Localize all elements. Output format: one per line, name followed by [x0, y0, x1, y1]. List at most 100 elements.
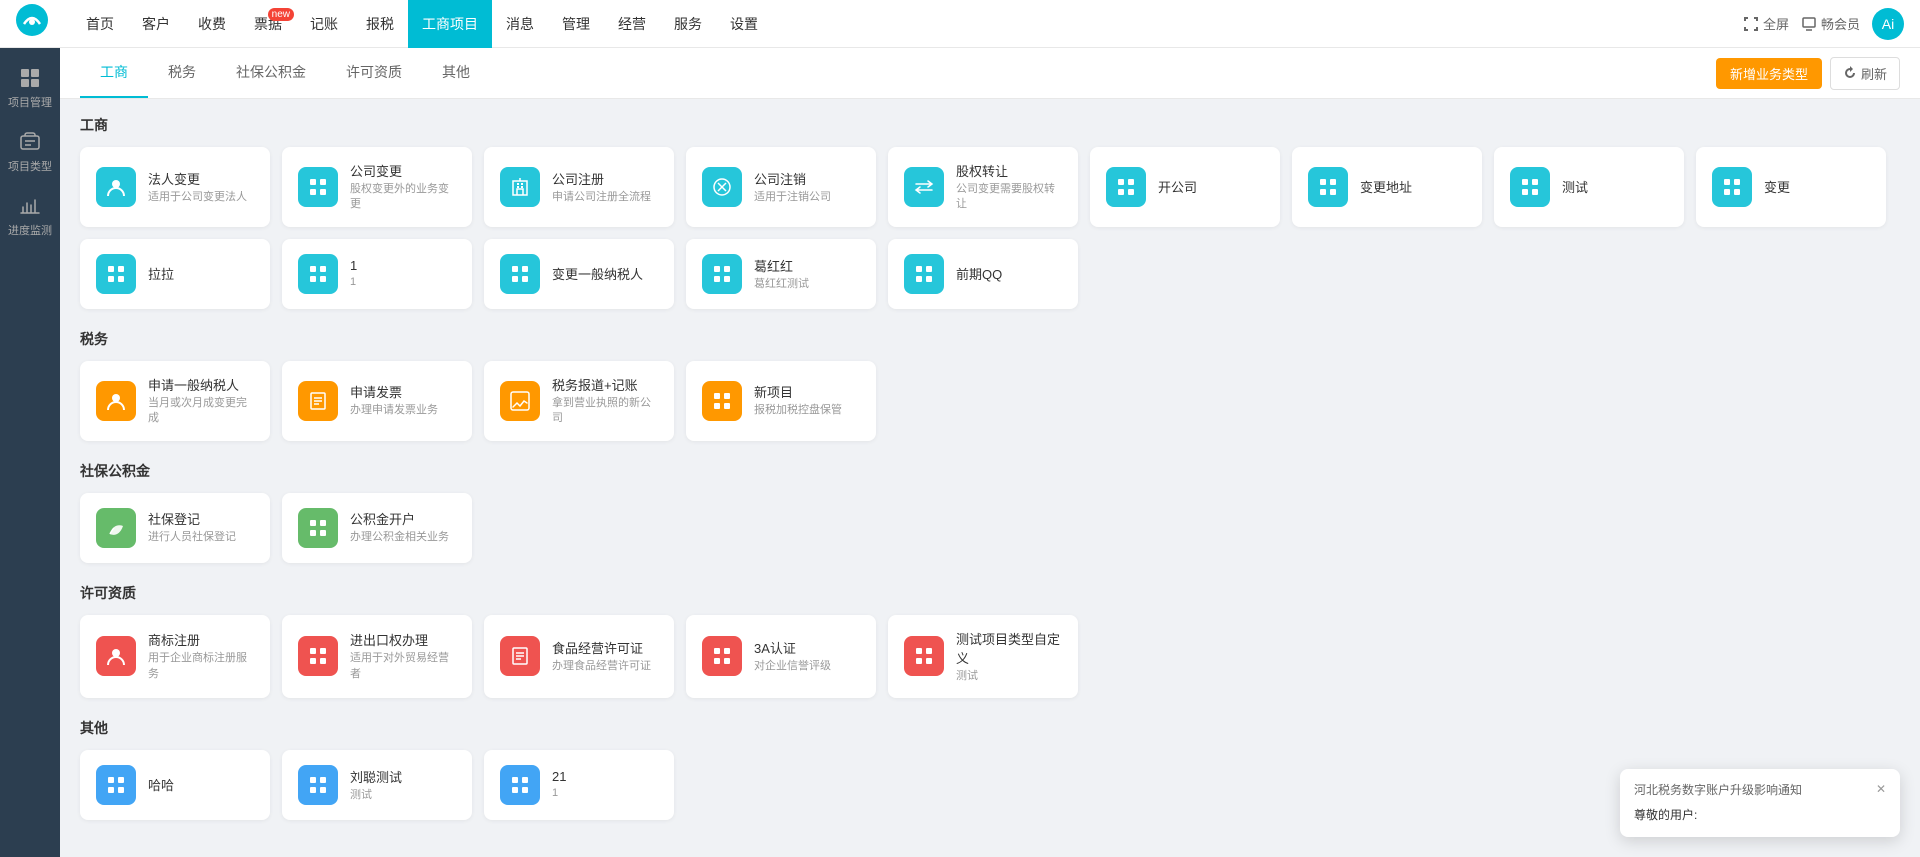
nav-customer[interactable]: 客户 — [128, 0, 184, 48]
nav-items: 首页 客户 收费 票据 new 记账 报税 工商项目 消息 管理 经营 服务 设… — [72, 0, 1743, 48]
card-name-1-2: 税务报道+记账 — [552, 375, 658, 394]
card-icon-3-2 — [500, 636, 540, 676]
nav-settings[interactable]: 设置 — [716, 0, 772, 48]
logo[interactable] — [16, 4, 56, 44]
card-0-12[interactable]: 葛红红葛红红测试 — [686, 239, 876, 309]
nav-billing[interactable]: 收费 — [184, 0, 240, 48]
main-content: 工商 税务 社保公积金 许可资质 其他 新增业务类型 刷新 工商法人变更适用于公… — [60, 48, 1920, 857]
card-info-2-1: 公积金开户办理公积金相关业务 — [350, 509, 449, 545]
card-0-7[interactable]: 测试 — [1494, 147, 1684, 227]
card-desc-0-10: 1 — [350, 275, 357, 290]
card-icon-4-1 — [298, 765, 338, 805]
chart-icon — [18, 194, 42, 218]
card-name-0-5: 开公司 — [1158, 177, 1197, 196]
card-icon-0-8 — [1712, 167, 1752, 207]
card-0-6[interactable]: 变更地址 — [1292, 147, 1482, 227]
card-0-4[interactable]: 股权转让公司变更需要股权转让 — [888, 147, 1078, 227]
notification-header: 河北税务数字账户升级影响通知 ✕ — [1634, 781, 1886, 798]
card-info-0-5: 开公司 — [1158, 177, 1197, 196]
card-info-0-4: 股权转让公司变更需要股权转让 — [956, 161, 1062, 213]
card-icon-1-3 — [702, 381, 742, 421]
card-0-5[interactable]: 开公司 — [1090, 147, 1280, 227]
card-0-1[interactable]: 公司变更股权变更外的业务变更 — [282, 147, 472, 227]
card-0-0[interactable]: 法人变更适用于公司变更法人 — [80, 147, 270, 227]
card-info-3-0: 商标注册用于企业商标注册服务 — [148, 630, 254, 682]
card-4-1[interactable]: 刘聪测试测试 — [282, 750, 472, 820]
card-1-1[interactable]: 申请发票办理申请发票业务 — [282, 361, 472, 441]
section-title-3: 许可资质 — [80, 583, 1900, 603]
notification-close-icon[interactable]: ✕ — [1876, 782, 1886, 796]
nav-service[interactable]: 服务 — [660, 0, 716, 48]
avatar[interactable]: Ai — [1872, 8, 1904, 40]
card-1-0[interactable]: 申请一般纳税人当月或次月成变更完成 — [80, 361, 270, 441]
refresh-button[interactable]: 刷新 — [1830, 57, 1900, 90]
tab-shebao[interactable]: 社保公积金 — [216, 48, 326, 98]
card-0-11[interactable]: 变更一般纳税人 — [484, 239, 674, 309]
tab-other[interactable]: 其他 — [422, 48, 490, 98]
card-info-4-1: 刘聪测试测试 — [350, 767, 402, 803]
tab-shuiwu[interactable]: 税务 — [148, 48, 216, 98]
card-3-0[interactable]: 商标注册用于企业商标注册服务 — [80, 615, 270, 698]
tabs: 工商 税务 社保公积金 许可资质 其他 — [80, 48, 490, 98]
card-4-2[interactable]: 211 — [484, 750, 674, 820]
card-info-0-8: 变更 — [1764, 177, 1790, 196]
card-3-3[interactable]: 3A认证对企业信誉评级 — [686, 615, 876, 698]
card-icon-2-0 — [96, 508, 136, 548]
nav-message[interactable]: 消息 — [492, 0, 548, 48]
card-icon-0-7 — [1510, 167, 1550, 207]
card-desc-1-2: 拿到营业执照的新公司 — [552, 396, 658, 427]
card-info-0-2: 公司注册申请公司注册全流程 — [552, 169, 651, 205]
card-1-2[interactable]: 税务报道+记账拿到营业执照的新公司 — [484, 361, 674, 441]
card-4-0[interactable]: 哈哈 — [80, 750, 270, 820]
member-btn[interactable]: 畅会员 — [1801, 14, 1860, 33]
sidebar-item-progress[interactable]: 进度监测 — [0, 184, 60, 248]
card-name-0-10: 1 — [350, 258, 357, 273]
sidebar-item-project-type[interactable]: 项目类型 — [0, 120, 60, 184]
card-desc-3-0: 用于企业商标注册服务 — [148, 651, 254, 682]
card-2-0[interactable]: 社保登记进行人员社保登记 — [80, 493, 270, 563]
card-3-1[interactable]: 进出口权办理适用于对外贸易经营者 — [282, 615, 472, 698]
card-icon-2-1 — [298, 508, 338, 548]
nav-ticket[interactable]: 票据 new — [240, 0, 296, 48]
nav-operation[interactable]: 经营 — [604, 0, 660, 48]
card-name-3-0: 商标注册 — [148, 630, 254, 649]
tab-xuke[interactable]: 许可资质 — [326, 48, 422, 98]
card-icon-0-0 — [96, 167, 136, 207]
card-name-0-6: 变更地址 — [1360, 177, 1412, 196]
card-0-10[interactable]: 11 — [282, 239, 472, 309]
notification-text: 尊敬的用户: — [1634, 806, 1886, 825]
nav-business[interactable]: 工商项目 — [408, 0, 492, 48]
nav-manage[interactable]: 管理 — [548, 0, 604, 48]
card-info-0-10: 11 — [350, 258, 357, 290]
tab-gongshang[interactable]: 工商 — [80, 48, 148, 98]
card-info-4-2: 211 — [552, 769, 566, 801]
toolbar: 工商 税务 社保公积金 许可资质 其他 新增业务类型 刷新 — [60, 48, 1920, 99]
card-info-1-2: 税务报道+记账拿到营业执照的新公司 — [552, 375, 658, 427]
card-grid-2: 社保登记进行人员社保登记 公积金开户办理公积金相关业务 — [80, 493, 1900, 563]
card-3-2[interactable]: 食品经营许可证办理食品经营许可证 — [484, 615, 674, 698]
card-name-0-1: 公司变更 — [350, 161, 456, 180]
nav-home[interactable]: 首页 — [72, 0, 128, 48]
card-2-1[interactable]: 公积金开户办理公积金相关业务 — [282, 493, 472, 563]
tag-icon — [18, 130, 42, 154]
new-type-button[interactable]: 新增业务类型 — [1716, 58, 1822, 89]
card-1-3[interactable]: 新项目报税加税控盘保管 — [686, 361, 876, 441]
nav-tax[interactable]: 报税 — [352, 0, 408, 48]
card-name-2-0: 社保登记 — [148, 509, 236, 528]
card-0-3[interactable]: 公司注销适用于注销公司 — [686, 147, 876, 227]
card-info-1-3: 新项目报税加税控盘保管 — [754, 382, 842, 418]
card-0-8[interactable]: 变更 — [1696, 147, 1886, 227]
card-info-0-3: 公司注销适用于注销公司 — [754, 169, 831, 205]
card-name-1-3: 新项目 — [754, 382, 842, 401]
sidebar-item-project-manage[interactable]: 项目管理 — [0, 56, 60, 120]
card-0-9[interactable]: 拉拉 — [80, 239, 270, 309]
fullscreen-btn[interactable]: 全屏 — [1743, 14, 1789, 33]
card-0-13[interactable]: 前期QQ — [888, 239, 1078, 309]
card-info-1-0: 申请一般纳税人当月或次月成变更完成 — [148, 375, 254, 427]
nav-bookkeeping[interactable]: 记账 — [296, 0, 352, 48]
card-info-4-0: 哈哈 — [148, 775, 174, 794]
card-icon-3-0 — [96, 636, 136, 676]
card-name-0-3: 公司注销 — [754, 169, 831, 188]
card-3-4[interactable]: 测试项目类型自定义测试 — [888, 615, 1078, 698]
card-0-2[interactable]: 公司注册申请公司注册全流程 — [484, 147, 674, 227]
